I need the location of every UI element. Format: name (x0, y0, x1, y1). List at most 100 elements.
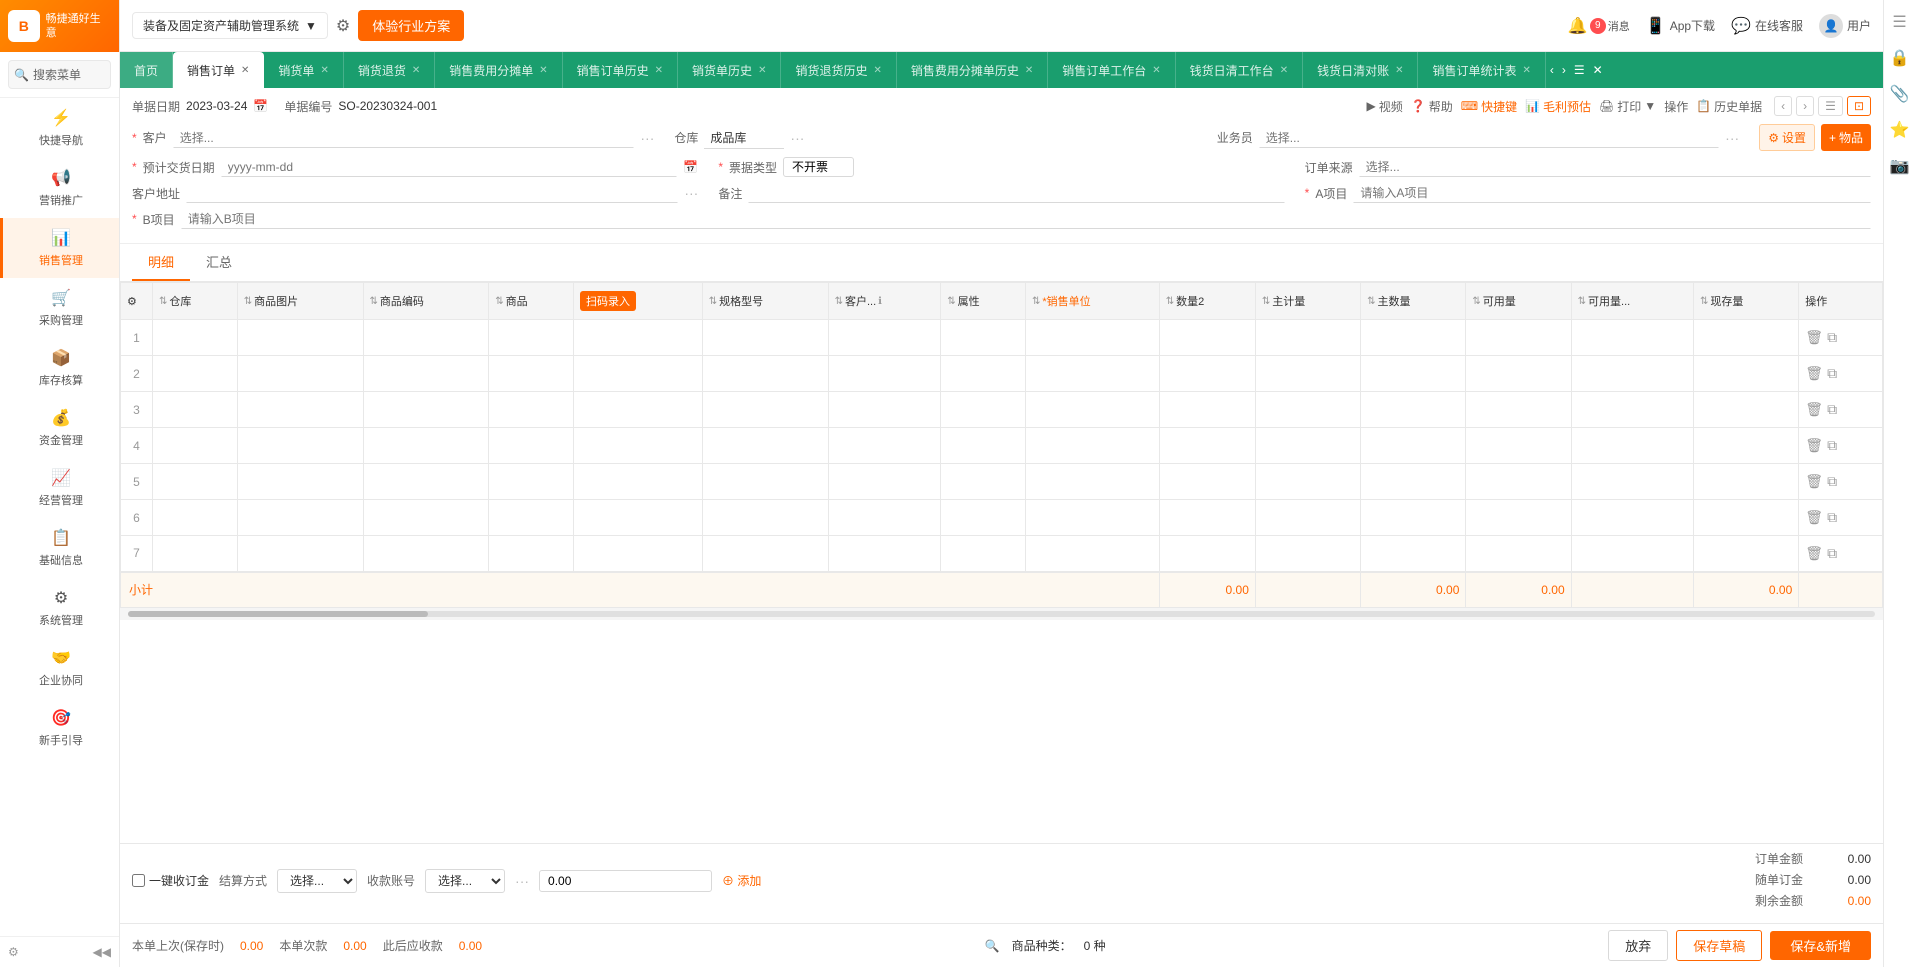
row-1-unit[interactable] (1025, 320, 1159, 356)
address-more-btn[interactable]: ··· (684, 185, 698, 201)
col-attr[interactable]: ⇅属性 (941, 283, 1026, 320)
app-download-area[interactable]: 📱 App下载 (1646, 16, 1715, 36)
profit-btn[interactable]: 📊 毛利预估 (1525, 98, 1591, 115)
help-btn[interactable]: ❓ 帮助 (1411, 98, 1453, 115)
row-1-name[interactable] (489, 320, 574, 356)
right-icon-2[interactable]: 🔒 (1886, 44, 1914, 72)
tab-close-icon-4[interactable]: ✕ (539, 65, 547, 76)
col-product-image[interactable]: ⇅商品图片 (237, 283, 363, 320)
tab-summary[interactable]: 汇总 (190, 244, 248, 281)
copy-row-2-icon[interactable]: ⧉ (1827, 365, 1837, 382)
right-icon-5[interactable]: 📷 (1886, 152, 1914, 180)
expand-icon[interactable]: ⊡ (1847, 96, 1871, 116)
grid-view-icon[interactable]: ☰ (1818, 96, 1843, 116)
save-draft-button[interactable]: 保存草稿 (1676, 930, 1762, 961)
sidebar-item-purchase[interactable]: 🛒 采购管理 (0, 278, 119, 338)
sidebar-item-system[interactable]: ⚙ 系统管理 (0, 578, 119, 638)
tab-list[interactable]: ☰ (1570, 63, 1589, 77)
account-select[interactable]: 选择... (425, 869, 505, 893)
history-btn[interactable]: 📋 历史单据 (1696, 98, 1762, 115)
table-scrollbar[interactable] (120, 608, 1883, 620)
tab-close-icon-3[interactable]: ✕ (412, 65, 420, 76)
discard-button[interactable]: 放弃 (1608, 930, 1668, 961)
tab-return[interactable]: 销货退货 ✕ (344, 52, 435, 88)
row-2-unit[interactable] (1025, 356, 1159, 392)
tab-sales-order[interactable]: 销售订单 ✕ (173, 52, 264, 88)
notifications-area[interactable]: 🔔 9 消息 (1568, 16, 1630, 36)
delete-row-4-icon[interactable]: 🗑 (1805, 437, 1823, 454)
tab-close-all[interactable]: ✕ (1589, 63, 1607, 77)
row-2-qty2[interactable] (1159, 356, 1255, 392)
order-source-input[interactable] (1359, 157, 1871, 177)
tab-expense-history[interactable]: 销售费用分摊单历史 ✕ (897, 52, 1048, 88)
view-video-btn[interactable]: ▶ 视频 (1367, 98, 1403, 115)
col-sales-unit[interactable]: ⇅*销售单位 (1025, 283, 1159, 320)
tab-home[interactable]: 首页 (120, 52, 173, 88)
settings-gear-icon[interactable]: ⚙ (8, 945, 19, 959)
collapse-sidebar-icon[interactable]: ◀◀ (93, 945, 111, 959)
row-2-spec[interactable] (702, 356, 828, 392)
right-icon-4[interactable]: ⭐ (1886, 116, 1914, 144)
customer-address-input[interactable] (186, 183, 678, 203)
col-product-code[interactable]: ⇅商品编码 (363, 283, 489, 320)
tab-sales-single[interactable]: 销货单 ✕ (264, 52, 343, 88)
row-2-warehouse[interactable] (153, 356, 238, 392)
dots-more-btn[interactable]: ··· (515, 873, 529, 889)
b-project-input[interactable] (181, 209, 1871, 229)
sidebar-item-basic-info[interactable]: 📋 基础信息 (0, 518, 119, 578)
tab-close-icon-5[interactable]: ✕ (655, 65, 663, 76)
tab-reconcile[interactable]: 钱货日清对账 ✕ (1303, 52, 1418, 88)
col-available2[interactable]: ⇅可用量... (1571, 283, 1693, 320)
tab-order-workbench[interactable]: 销售订单工作台 ✕ (1048, 52, 1175, 88)
delete-row-5-icon[interactable]: 🗑 (1805, 473, 1823, 490)
col-main-unit[interactable]: ⇅主计量 (1255, 283, 1360, 320)
sidebar-item-guide[interactable]: 🎯 新手引导 (0, 698, 119, 758)
delivery-date-input[interactable] (221, 157, 678, 177)
row-2-code[interactable] (363, 356, 489, 392)
tab-close-icon-7[interactable]: ✕ (873, 65, 881, 76)
copy-row-6-icon[interactable]: ⧉ (1827, 509, 1837, 526)
ticket-type-select[interactable]: 不开票 (783, 157, 854, 177)
row-2-cust-attr[interactable] (828, 356, 941, 392)
tab-close-icon-10[interactable]: ✕ (1280, 65, 1288, 76)
sidebar-item-sales[interactable]: 📊 销售管理 (0, 218, 119, 278)
notes-input[interactable] (748, 183, 1284, 203)
copy-row-4-icon[interactable]: ⧉ (1827, 437, 1837, 454)
a-project-input[interactable] (1353, 183, 1871, 203)
tab-expense[interactable]: 销售费用分摊单 ✕ (435, 52, 562, 88)
calendar-icon[interactable]: 📅 (253, 99, 268, 113)
scan-btn[interactable]: 扫码录入 (580, 291, 636, 311)
row-1-qty2[interactable] (1159, 320, 1255, 356)
right-icon-3[interactable]: 📎 (1886, 80, 1914, 108)
online-service-area[interactable]: 💬 在线客服 (1731, 16, 1803, 36)
row-1-warehouse[interactable] (153, 320, 238, 356)
checkout-checkbox-input[interactable] (132, 874, 145, 887)
customer-input[interactable] (173, 128, 635, 148)
tab-close-icon-11[interactable]: ✕ (1395, 65, 1403, 76)
tab-detail[interactable]: 明细 (132, 244, 190, 281)
col-qty2[interactable]: ⇅数量2 (1159, 283, 1255, 320)
row-1-attr[interactable] (941, 320, 1026, 356)
copy-row-3-icon[interactable]: ⧉ (1827, 401, 1837, 418)
row-1-main-qty[interactable] (1361, 320, 1466, 356)
tab-close-icon-6[interactable]: ✕ (758, 65, 766, 76)
sidebar-item-inventory[interactable]: 📦 库存核算 (0, 338, 119, 398)
tab-close-icon-2[interactable]: ✕ (320, 65, 328, 76)
row-3-warehouse[interactable] (153, 392, 238, 428)
row-2-attr[interactable] (941, 356, 1026, 392)
staff-input[interactable] (1259, 128, 1719, 148)
customer-more-btn[interactable]: ··· (640, 130, 654, 146)
delete-row-6-icon[interactable]: 🗑 (1805, 509, 1823, 526)
tab-order-history[interactable]: 销售订单历史 ✕ (563, 52, 678, 88)
tab-close-icon[interactable]: ✕ (241, 65, 249, 76)
settlement-select[interactable]: 选择... (277, 869, 357, 893)
copy-row-1-icon[interactable]: ⧉ (1827, 329, 1837, 346)
solution-button[interactable]: 体验行业方案 (358, 10, 464, 41)
col-product-name[interactable]: ⇅商品 (489, 283, 574, 320)
tab-next[interactable]: › (1558, 63, 1570, 77)
col-warehouse[interactable]: ⇅仓库 (153, 283, 238, 320)
shortcut-btn[interactable]: ⌨ 快捷键 (1461, 98, 1517, 115)
right-icon-1[interactable]: ☰ (1886, 8, 1914, 36)
nav-prev-icon[interactable]: ‹ (1774, 96, 1792, 116)
user-area[interactable]: 👤 用户 (1819, 14, 1871, 38)
